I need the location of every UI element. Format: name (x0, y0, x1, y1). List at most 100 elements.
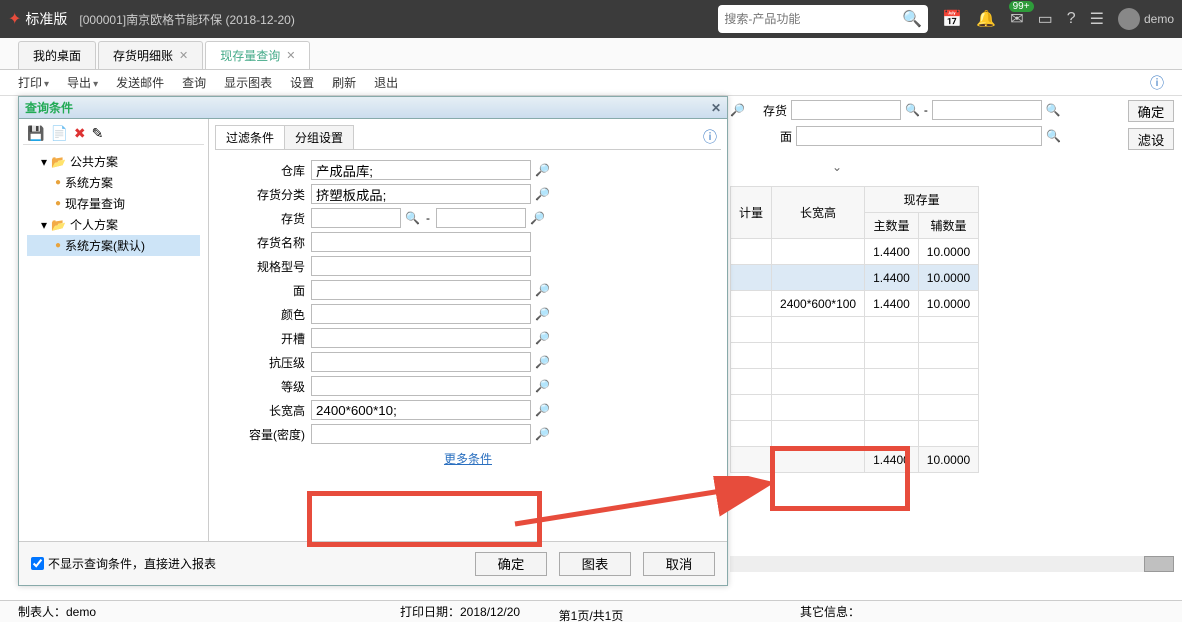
color-input[interactable] (311, 304, 531, 324)
bell-icon[interactable]: 🔔 (976, 9, 996, 29)
tabs-row: 我的桌面 存货明细账✕ 现存量查询✕ (0, 38, 1182, 70)
warehouse-input[interactable] (311, 160, 531, 180)
lookup-icon[interactable]: 🔎 (535, 355, 550, 369)
chevron-down-icon[interactable]: ⌄ (832, 160, 842, 174)
scheme-tree: ▾📂公共方案 ●系统方案 ●现存量查询 ▾📂个人方案 ●系统方案(默认) (23, 145, 204, 262)
spec-input[interactable] (311, 256, 531, 276)
folder-icon: 📂 (51, 218, 66, 232)
tab-onhand-query[interactable]: 现存量查询✕ (205, 41, 310, 69)
cancel-button[interactable]: 取消 (643, 552, 715, 576)
table-row[interactable] (731, 421, 979, 447)
lookup-icon[interactable]: 🔎 (535, 403, 550, 417)
save-icon[interactable]: 💾 (27, 125, 44, 142)
feedback-icon[interactable]: ☰ (1090, 9, 1104, 29)
table-row[interactable] (731, 317, 979, 343)
dialog-title: 查询条件 ✕ (19, 97, 727, 119)
close-icon[interactable]: ✕ (711, 101, 721, 115)
table-row[interactable] (731, 343, 979, 369)
filter-button[interactable]: 滤设 (1128, 128, 1174, 150)
tab-group[interactable]: 分组设置 (284, 125, 354, 149)
lookup-icon[interactable]: 🔎 (535, 283, 550, 297)
density-input[interactable] (311, 424, 531, 444)
stock-from-input[interactable] (791, 100, 901, 120)
chart-button[interactable]: 图表 (559, 552, 631, 576)
lookup-icon[interactable]: 🔎 (535, 427, 550, 441)
face-input[interactable] (311, 280, 531, 300)
lookup-icon[interactable]: 🔍 (1046, 129, 1061, 143)
search-box[interactable]: 🔍 (718, 5, 928, 33)
chart-button[interactable]: 显示图表 (224, 74, 272, 91)
badge: 99+ (1009, 1, 1034, 12)
tree-node[interactable]: ▾📂个人方案 (27, 214, 200, 235)
stockcat-input[interactable] (311, 184, 531, 204)
lookup-icon[interactable]: 🔎 (535, 331, 550, 345)
edit-icon[interactable]: ✎ (92, 125, 104, 142)
device-icon[interactable]: ▭ (1038, 9, 1053, 29)
help-icon[interactable]: ? (1067, 10, 1076, 28)
ok-button[interactable]: 确定 (1128, 100, 1174, 122)
lookup-icon[interactable]: 🔍 (405, 211, 420, 225)
close-icon[interactable]: ✕ (179, 49, 188, 62)
search-icon[interactable]: 🔍 (902, 9, 922, 29)
pager: 第1页/共1页 (0, 607, 1182, 624)
tree-node[interactable]: ▾📂公共方案 (27, 151, 200, 172)
tab-desktop[interactable]: 我的桌面 (18, 41, 96, 69)
face-input[interactable] (796, 126, 1042, 146)
table-row[interactable] (731, 395, 979, 421)
data-table: 计量 长宽高 现存量 主数量 辅数量 1.440010.0000 1.44001… (730, 186, 979, 473)
stock-to[interactable] (436, 208, 526, 228)
stockname-input[interactable] (311, 232, 531, 252)
hscrollbar[interactable] (730, 556, 1174, 572)
lookup-icon[interactable]: 🔍 (905, 103, 920, 117)
user-menu[interactable]: demo (1118, 8, 1174, 30)
folder-icon: 📂 (51, 155, 66, 169)
sendmail-button[interactable]: 发送邮件 (116, 74, 164, 91)
logo-icon: ✦ (8, 9, 21, 29)
mail-icon[interactable]: ✉99+ (1010, 9, 1023, 29)
stock-to-input[interactable] (932, 100, 1042, 120)
table-row[interactable]: 1.440010.0000 (731, 239, 979, 265)
lookup-icon[interactable]: 🔎 (535, 379, 550, 393)
grade-input[interactable] (311, 376, 531, 396)
main-area: 🔎 存货 🔍 - 🔍 面 🔍 确定 滤设 ⌄ 计量 长宽高 现存量 主数量 辅数… (0, 96, 1182, 600)
slot-input[interactable] (311, 328, 531, 348)
tab-stock-detail[interactable]: 存货明细账✕ (98, 41, 203, 69)
refresh-button[interactable]: 刷新 (332, 74, 356, 91)
lookup-icon[interactable]: 🔎 (535, 187, 550, 201)
search-input[interactable] (724, 12, 902, 26)
lookup-icon[interactable]: 🔎 (535, 163, 550, 177)
lookup-icon[interactable]: 🔎 (535, 307, 550, 321)
close-icon[interactable]: ✕ (286, 49, 295, 62)
stock-from[interactable] (311, 208, 401, 228)
lookup-icon[interactable]: 🔎 (530, 211, 545, 225)
tree-node[interactable]: ●系统方案(默认) (27, 235, 200, 256)
table-row[interactable] (731, 369, 979, 395)
help-icon[interactable]: ⓘ (1150, 73, 1164, 93)
settings-button[interactable]: 设置 (290, 74, 314, 91)
print-button[interactable]: 打印 (18, 74, 49, 91)
toolbar: 打印 导出 发送邮件 查询 显示图表 设置 刷新 退出 ⓘ (0, 70, 1182, 96)
compress-input[interactable] (311, 352, 531, 372)
col-unit: 计量 (731, 187, 772, 239)
calendar-icon[interactable]: 📅 (942, 9, 962, 29)
more-link[interactable]: 更多条件 (221, 450, 715, 467)
exit-button[interactable]: 退出 (374, 74, 398, 91)
dim-input[interactable] (311, 400, 531, 420)
lookup-icon[interactable]: 🔍 (1046, 103, 1061, 117)
scrollbar-thumb[interactable] (1144, 556, 1174, 572)
saveas-icon[interactable]: 📄 (50, 125, 67, 142)
direct-report-check[interactable]: 不显示查询条件，直接进入报表 (31, 555, 216, 572)
delete-icon[interactable]: ✖ (74, 125, 86, 142)
table-row[interactable]: 2400*600*1001.440010.0000 (731, 291, 979, 317)
help-icon[interactable]: ⓘ (699, 125, 721, 149)
tree-node[interactable]: ●系统方案 (27, 172, 200, 193)
tree-node[interactable]: ●现存量查询 (27, 193, 200, 214)
tab-filter[interactable]: 过滤条件 (215, 125, 285, 149)
avatar (1118, 8, 1140, 30)
export-button[interactable]: 导出 (67, 74, 98, 91)
org-info: [000001]南京欧格节能环保 (2018-12-20) (79, 11, 294, 28)
query-button[interactable]: 查询 (182, 74, 206, 91)
ok-button[interactable]: 确定 (475, 552, 547, 576)
lookup-icon[interactable]: 🔎 (730, 103, 745, 117)
table-row[interactable]: 1.440010.0000 (731, 265, 979, 291)
